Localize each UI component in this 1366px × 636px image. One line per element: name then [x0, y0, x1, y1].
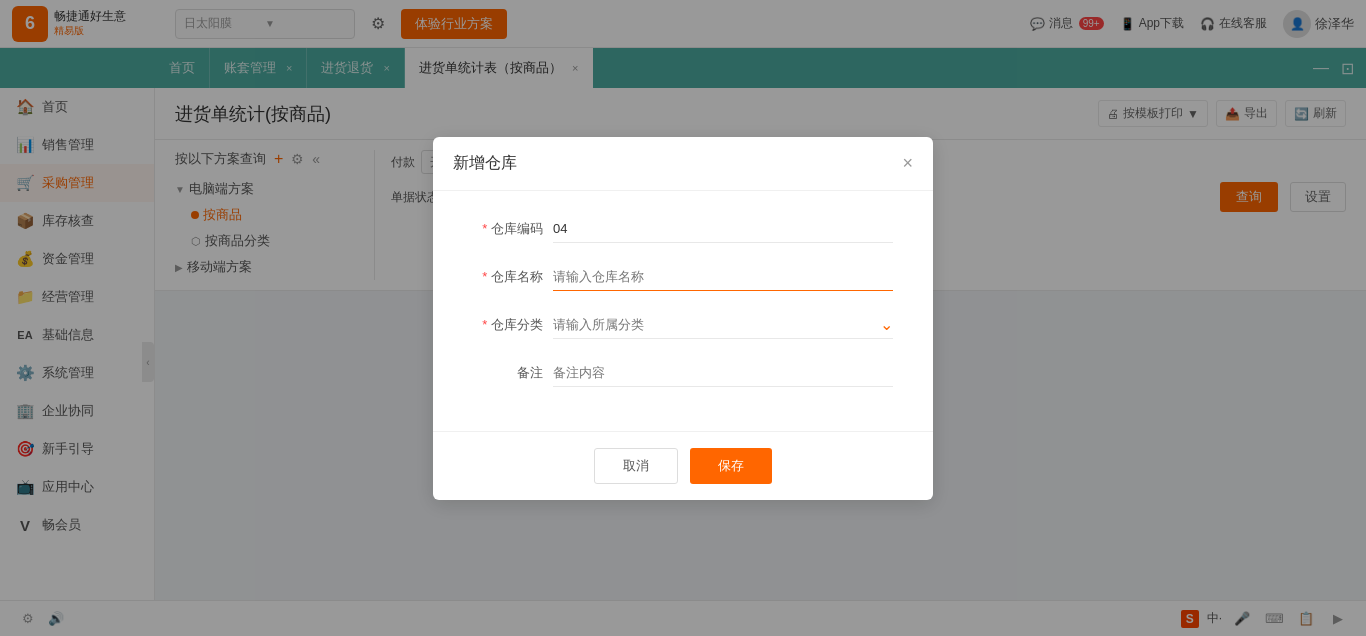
name-label: * 仓库名称 [473, 268, 553, 286]
note-label: 备注 [473, 364, 553, 382]
form-row-category: * 仓库分类 ⌄ [473, 311, 893, 339]
name-input[interactable] [553, 263, 893, 291]
code-label: * 仓库编码 [473, 220, 553, 238]
category-select-wrapper: ⌄ [553, 311, 893, 339]
modal-header: 新增仓库 × [433, 137, 933, 191]
form-row-note: 备注 [473, 359, 893, 387]
category-input[interactable] [553, 311, 880, 338]
modal-overlay[interactable]: 新增仓库 × * 仓库编码 * 仓库名称 [0, 0, 1366, 636]
name-required: * [482, 269, 487, 284]
modal-footer: 取消 保存 [433, 431, 933, 500]
cancel-button[interactable]: 取消 [594, 448, 678, 484]
note-input[interactable] [553, 359, 893, 387]
modal-close-button[interactable]: × [902, 153, 913, 174]
category-required: * [482, 317, 487, 332]
new-warehouse-modal: 新增仓库 × * 仓库编码 * 仓库名称 [433, 137, 933, 500]
category-label: * 仓库分类 [473, 316, 553, 334]
save-button[interactable]: 保存 [690, 448, 772, 484]
modal-title: 新增仓库 [453, 153, 517, 174]
form-row-code: * 仓库编码 [473, 215, 893, 243]
category-dropdown-icon[interactable]: ⌄ [880, 315, 893, 334]
code-input[interactable] [553, 215, 893, 243]
code-required: * [482, 221, 487, 236]
modal-body: * 仓库编码 * 仓库名称 * 仓库分类 [433, 191, 933, 431]
form-row-name: * 仓库名称 [473, 263, 893, 291]
